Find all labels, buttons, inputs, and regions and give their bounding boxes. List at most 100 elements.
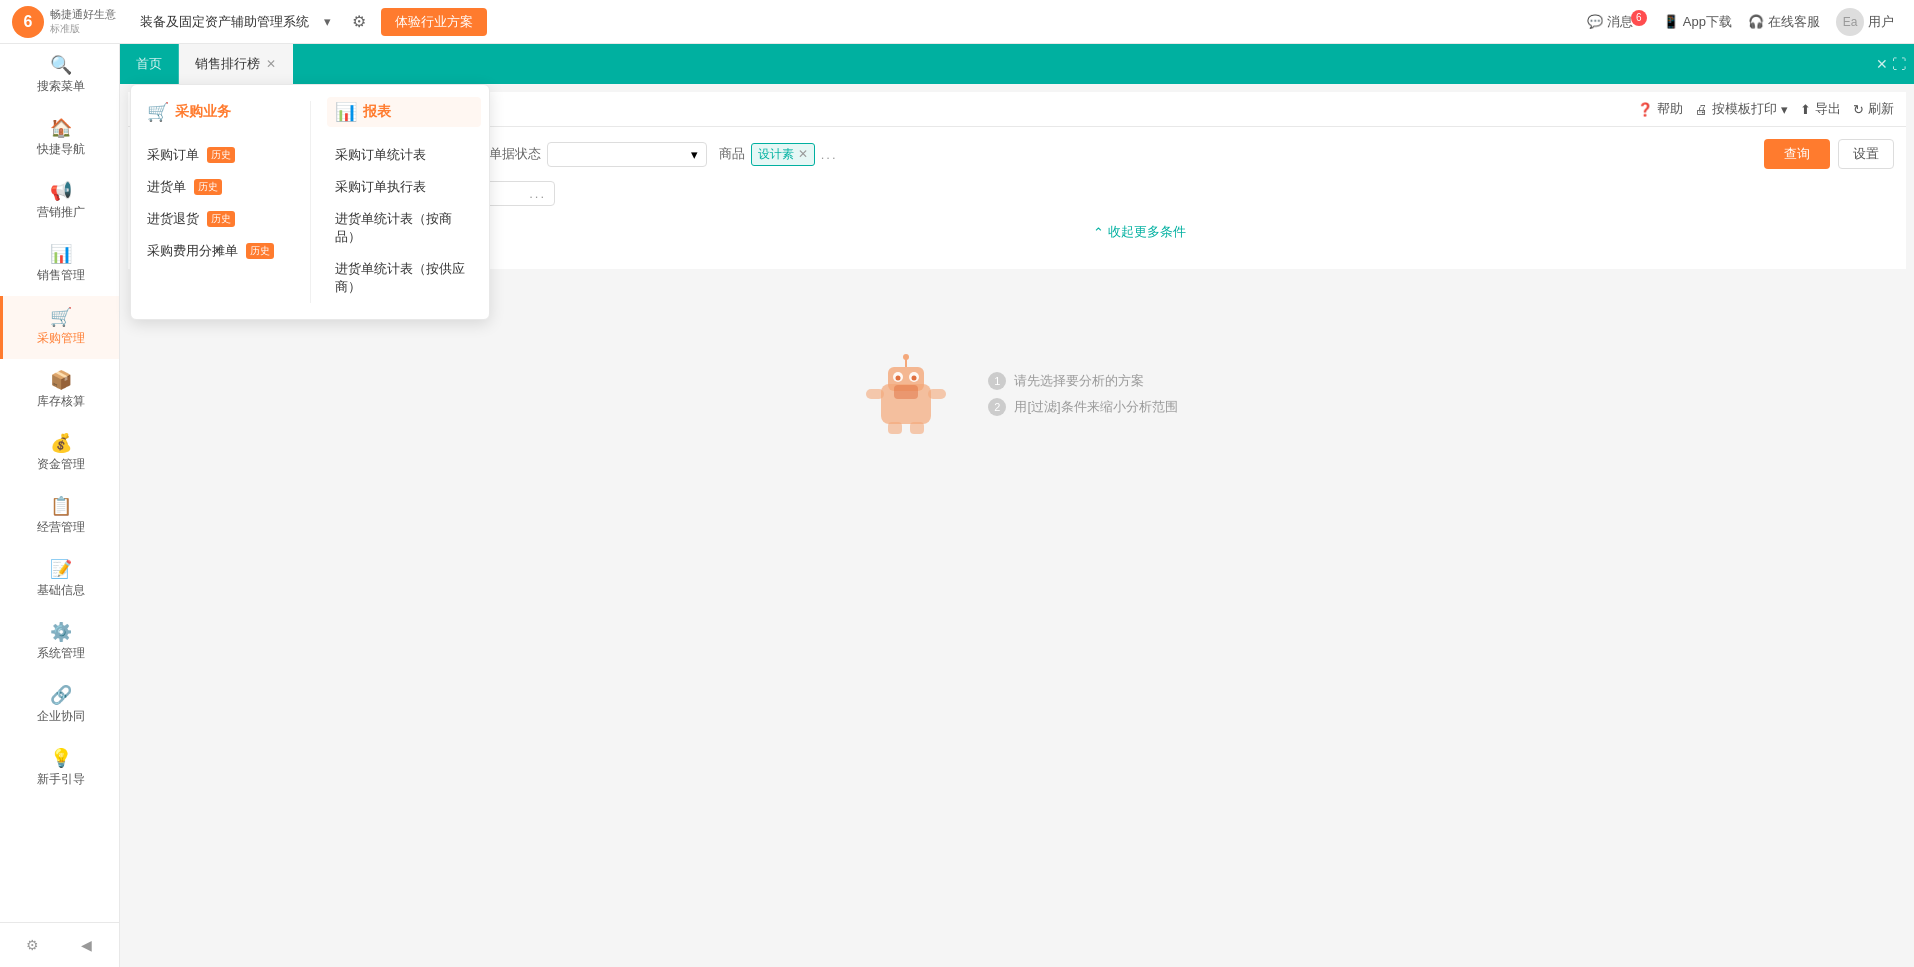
dropdown-item-incoming[interactable]: 进货单 历史 [147,171,286,203]
industry-btn[interactable]: 体验行业方案 [381,8,487,36]
basic-icon: 📝 [50,560,72,578]
refresh-action[interactable]: ↻ 刷新 [1853,100,1894,118]
headset-icon: 🎧 [1748,14,1764,29]
help-action[interactable]: ❓ 帮助 [1637,100,1683,118]
reports-column-title: 📊 报表 [327,97,482,127]
sidebar-item-basic[interactable]: 📝 基础信息 [0,548,119,611]
history-badge-3: 历史 [246,243,274,259]
logo-icon: 6 [12,6,44,38]
svg-rect-10 [928,389,946,399]
history-badge-0: 历史 [207,147,235,163]
purchase-icon: 🛒 [50,308,72,326]
empty-tips: 1 请先选择要分析的方案 2 用[过滤]条件来缩小分析范围 [988,372,1177,416]
print-template-action[interactable]: 🖨 按模板打印 ▾ [1695,100,1788,118]
message-icon: 💬 [1587,14,1603,29]
tab-maximize-icon[interactable]: ⛶ [1892,56,1906,72]
top-header: 6 畅捷通好生意 标准版 装备及固定资产辅助管理系统 ▾ ⚙ 体验行业方案 💬 … [0,0,1914,44]
export-action[interactable]: ⬆ 导出 [1800,100,1841,118]
collapse-btn[interactable]: ⌃ 收起更多条件 [1093,217,1186,247]
sidebar-item-quicknav[interactable]: 🏠 快捷导航 [0,107,119,170]
history-badge-2: 历史 [207,211,235,227]
bill-status-filter: 单据状态 ▾ [489,142,707,167]
empty-content: 1 请先选择要分析的方案 2 用[过滤]条件来缩小分析范围 [856,349,1177,439]
sidebar-item-purchase[interactable]: 🛒 采购管理 [0,296,119,359]
finance-icon: 💰 [50,434,72,452]
sidebar-item-operation[interactable]: 📋 经营管理 [0,485,119,548]
enterprise-icon: 🔗 [50,686,72,704]
system-icon: ⚙️ [50,623,72,641]
empty-robot-illustration [856,349,956,439]
goods-filter: 商品 设计素 ✕ ... [719,143,838,166]
home-icon: 🏠 [50,119,72,137]
tab-sales-rank[interactable]: 销售排行榜 ✕ [179,44,293,84]
tab-close-icon[interactable]: ✕ [266,57,276,71]
bill-status-select[interactable]: ▾ [547,142,707,167]
online-service-action[interactable]: 🎧 在线客服 [1748,13,1820,31]
sidebar-settings-btn[interactable]: ⚙ [8,931,58,959]
sales-icon: 📊 [50,245,72,263]
goods-tag: 设计素 ✕ [751,143,815,166]
newguide-icon: 💡 [50,749,72,767]
sidebar-collapse-btn[interactable]: ◀ [62,931,112,959]
sidebar-item-system[interactable]: ⚙️ 系统管理 [0,611,119,674]
svg-rect-12 [910,422,924,434]
phone-icon: 📱 [1663,14,1679,29]
tab-home[interactable]: 首页 [120,44,179,84]
svg-point-8 [903,354,909,360]
avatar: Ea [1836,8,1864,36]
reports-column: 📊 报表 采购订单统计表 采购订单执行表 进货单统计表（按商品） 进货单统计表（… [335,101,474,303]
sidebar-item-sales[interactable]: 📊 销售管理 [0,233,119,296]
svg-rect-9 [866,389,884,399]
dropdown-item-purchase-order-stat[interactable]: 采购订单统计表 [335,139,474,171]
dropdown-item-incoming-stat-goods[interactable]: 进货单统计表（按商品） [335,203,474,253]
refresh-icon: ↻ [1853,102,1864,117]
sidebar-item-enterprise[interactable]: 🔗 企业协同 [0,674,119,737]
logo-text: 畅捷通好生意 [50,7,116,21]
inventory-icon: 📦 [50,371,72,389]
search-icon: 🔍 [50,56,72,74]
sidebar-item-newguide[interactable]: 💡 新手引导 [0,737,119,800]
tip-number-2: 2 [988,398,1006,416]
message-action[interactable]: 💬 消息 6 [1587,13,1647,31]
dropdown-item-incoming-stat-supplier[interactable]: 进货单统计表（按供应商） [335,253,474,303]
goods-tag-remove[interactable]: ✕ [798,147,808,161]
dropdown-item-incoming-return[interactable]: 进货退货 历史 [147,203,286,235]
dropdown-divider [310,101,311,303]
collapse-up-icon: ⌃ [1093,225,1104,240]
print-dropdown-icon[interactable]: ▾ [1781,102,1788,117]
purchase-dropdown-menu: 🛒 采购业务 采购订单 历史 进货单 历史 进货退货 历史 采购费用分摊单 历史… [130,84,490,320]
sidebar-item-inventory[interactable]: 📦 库存核算 [0,359,119,422]
app-download-action[interactable]: 📱 App下载 [1663,13,1732,31]
marketing-icon: 📢 [50,182,72,200]
sidebar-item-finance[interactable]: 💰 资金管理 [0,422,119,485]
tabs-right: ✕ ⛶ [1868,44,1914,84]
header-right: 💬 消息 6 📱 App下载 🎧 在线客服 Ea 用户 [1587,8,1894,36]
query-button[interactable]: 查询 [1764,139,1830,169]
header-settings-icon[interactable]: ⚙ [345,8,373,36]
svg-rect-11 [888,422,902,434]
dropdown-item-purchase-order-exec[interactable]: 采购订单执行表 [335,171,474,203]
print-icon: 🖨 [1695,102,1708,117]
help-icon: ❓ [1637,102,1653,117]
logo-badge: 标准版 [50,22,116,36]
collapse-area: ⌃ 收起更多条件 [384,217,1894,247]
user-action[interactable]: Ea 用户 [1836,8,1894,36]
salesperson-dots[interactable]: ... [529,186,546,201]
dropdown-item-purchase-order[interactable]: 采购订单 历史 [147,139,286,171]
logo-area: 6 畅捷通好生意 标准版 [12,6,132,38]
settings-button[interactable]: 设置 [1838,139,1894,169]
select-arrow-icon: ▾ [691,147,698,162]
system-title: 装备及固定资产辅助管理系统 [140,13,309,31]
notif-badge: 6 [1631,10,1647,26]
tip-number-1: 1 [988,372,1006,390]
purchase-title-icon: 🛒 [147,101,169,123]
goods-more-dots[interactable]: ... [821,147,838,162]
tab-close-window-icon[interactable]: ✕ [1876,56,1888,72]
sidebar-item-search[interactable]: 🔍 搜索菜单 [0,44,119,107]
sidebar-item-marketing[interactable]: 📢 营销推广 [0,170,119,233]
history-badge-1: 历史 [194,179,222,195]
system-dropdown-btn[interactable]: ▾ [317,12,337,32]
empty-tip-2: 2 用[过滤]条件来缩小分析范围 [988,398,1177,416]
dropdown-item-purchase-expense[interactable]: 采购费用分摊单 历史 [147,235,286,267]
purchase-column-title: 🛒 采购业务 [147,101,286,127]
